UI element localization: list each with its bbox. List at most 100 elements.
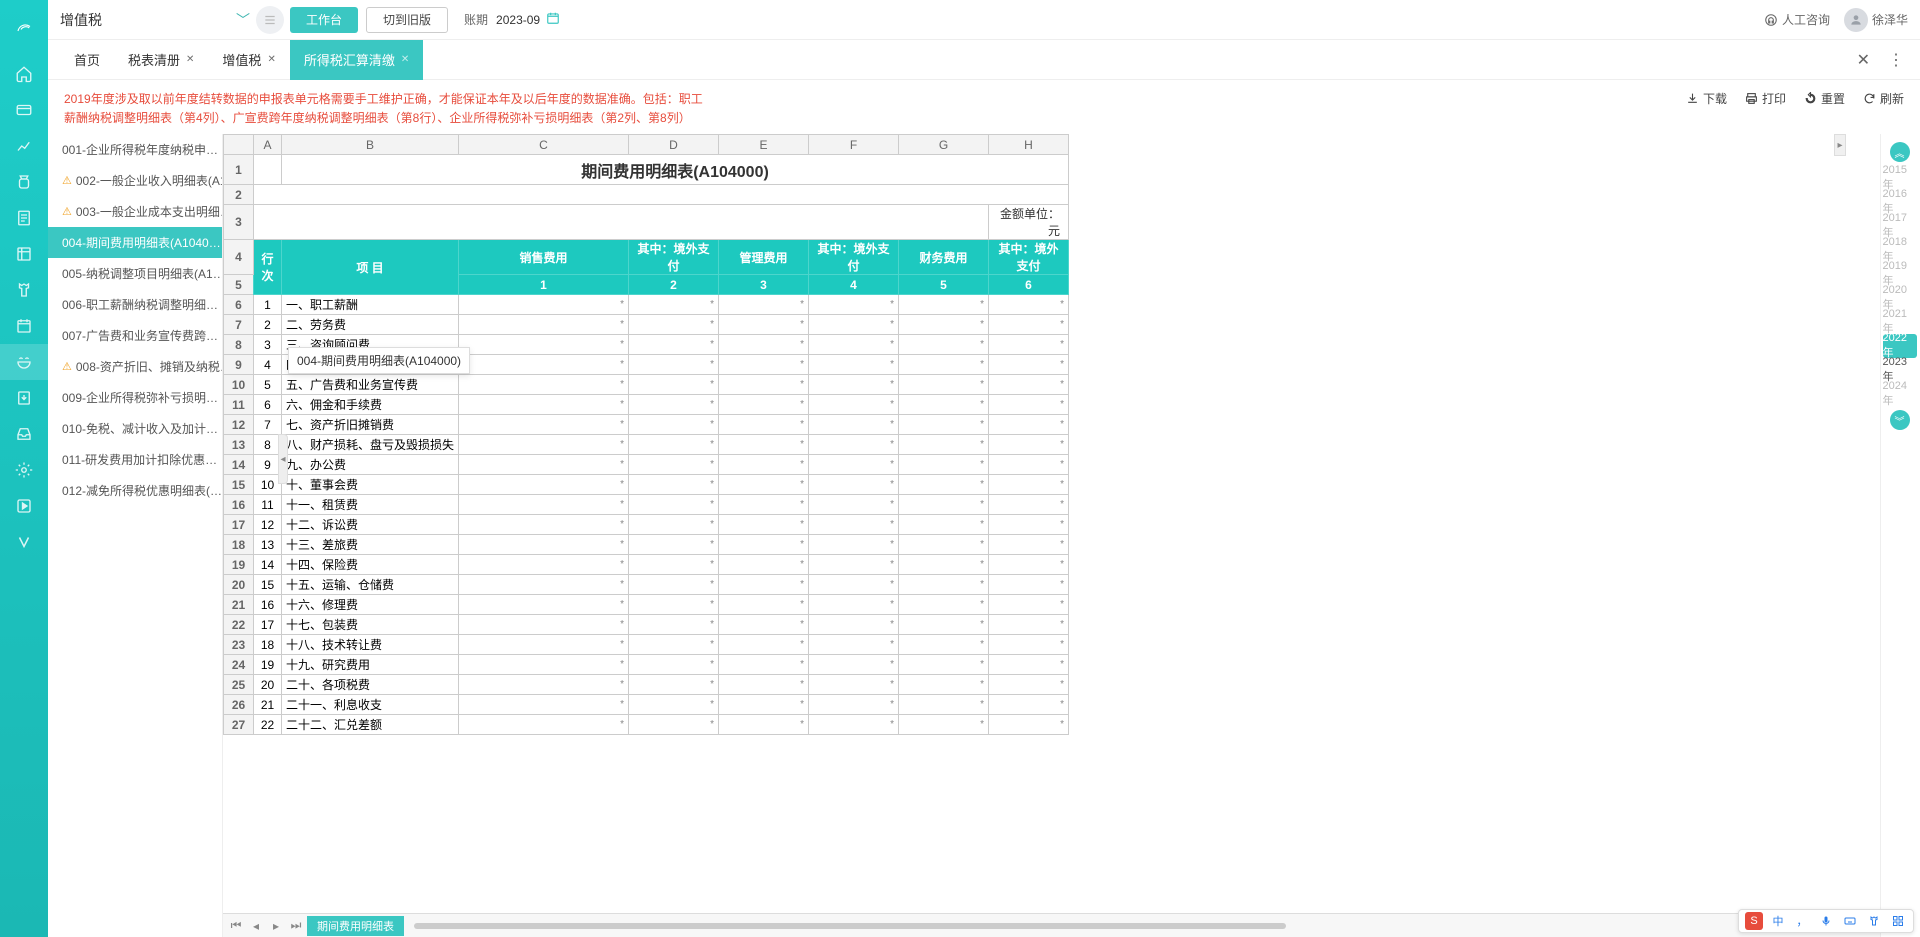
data-cell[interactable]: * [629, 595, 719, 615]
data-cell[interactable]: * [809, 435, 899, 455]
row-header[interactable]: 18 [224, 535, 254, 555]
reset-button[interactable]: 重置 [1804, 90, 1845, 107]
support-button[interactable]: 人工咨询 [1764, 11, 1830, 28]
data-cell[interactable]: * [719, 495, 809, 515]
data-cell[interactable]: * [719, 535, 809, 555]
data-cell[interactable]: * [629, 315, 719, 335]
data-cell[interactable]: * [989, 455, 1069, 475]
data-cell[interactable]: * [459, 635, 629, 655]
data-cell[interactable]: * [459, 695, 629, 715]
doclist-item-1[interactable]: ⚠002-一般企业收入明细表(A1… [48, 165, 222, 196]
data-cell[interactable]: * [809, 415, 899, 435]
row-header[interactable]: 15 [224, 475, 254, 495]
data-cell[interactable]: * [809, 595, 899, 615]
row-header[interactable]: 7 [224, 315, 254, 335]
nav-home-icon[interactable] [0, 56, 48, 92]
row-header[interactable]: 22 [224, 615, 254, 635]
data-cell[interactable]: * [719, 575, 809, 595]
nav-doc-icon[interactable] [0, 200, 48, 236]
data-cell[interactable]: * [459, 455, 629, 475]
data-cell[interactable]: * [719, 415, 809, 435]
calendar-icon[interactable] [546, 11, 560, 28]
data-cell[interactable]: * [459, 395, 629, 415]
data-cell[interactable]: * [809, 675, 899, 695]
data-cell[interactable]: * [629, 475, 719, 495]
data-cell[interactable]: * [719, 315, 809, 335]
data-cell[interactable]: * [719, 695, 809, 715]
data-cell[interactable]: * [809, 375, 899, 395]
data-cell[interactable]: * [899, 335, 989, 355]
data-cell[interactable]: * [899, 415, 989, 435]
row-header[interactable]: 12 [224, 415, 254, 435]
data-cell[interactable]: * [629, 655, 719, 675]
data-cell[interactable]: * [989, 635, 1069, 655]
nav-v-icon[interactable] [0, 524, 48, 560]
row-header[interactable]: 6 [224, 295, 254, 315]
data-cell[interactable]: * [629, 615, 719, 635]
col-header[interactable]: E [719, 135, 809, 155]
data-cell[interactable]: * [899, 495, 989, 515]
doclist-item-8[interactable]: 009-企业所得税弥补亏损明… [48, 382, 222, 413]
data-cell[interactable]: * [809, 555, 899, 575]
data-cell[interactable]: * [629, 335, 719, 355]
year-button[interactable]: 2018年 [1883, 238, 1917, 262]
data-cell[interactable]: * [989, 375, 1069, 395]
year-button[interactable]: 2017年 [1883, 214, 1917, 238]
data-cell[interactable]: * [629, 495, 719, 515]
row-header[interactable]: 10 [224, 375, 254, 395]
year-button[interactable]: 2023年 [1883, 358, 1917, 382]
data-cell[interactable]: * [899, 675, 989, 695]
data-cell[interactable]: * [899, 635, 989, 655]
collapse-doclist-handle[interactable]: ◂ [278, 434, 288, 484]
nav-calendar-icon[interactable] [0, 308, 48, 344]
nav-card-icon[interactable] [0, 92, 48, 128]
row-header[interactable]: 16 [224, 495, 254, 515]
data-cell[interactable]: * [989, 675, 1069, 695]
data-cell[interactable]: * [459, 315, 629, 335]
tab-0[interactable]: 首页 [60, 40, 114, 80]
col-header[interactable]: G [899, 135, 989, 155]
data-cell[interactable]: * [719, 375, 809, 395]
data-cell[interactable]: * [899, 395, 989, 415]
doclist-item-3[interactable]: 004-期间费用明细表(A1040… [48, 227, 222, 258]
print-button[interactable]: 打印 [1745, 90, 1786, 107]
data-cell[interactable]: * [989, 495, 1069, 515]
doclist-item-0[interactable]: 001-企业所得税年度纳税申… [48, 134, 222, 165]
doclist-item-5[interactable]: 006-职工薪酬纳税调整明细… [48, 289, 222, 320]
data-cell[interactable]: * [719, 555, 809, 575]
row-header[interactable]: 8 [224, 335, 254, 355]
data-cell[interactable]: * [809, 295, 899, 315]
close-all-tabs-button[interactable]: ✕ [1853, 50, 1874, 70]
ime-punct-icon[interactable]: ， [1793, 912, 1811, 930]
nav-form-icon[interactable] [0, 236, 48, 272]
data-cell[interactable]: * [629, 535, 719, 555]
data-cell[interactable]: * [459, 415, 629, 435]
data-cell[interactable]: * [719, 635, 809, 655]
close-icon[interactable]: ✕ [401, 54, 409, 65]
data-cell[interactable]: * [899, 515, 989, 535]
row-header[interactable]: 21 [224, 595, 254, 615]
nav-shirt-icon[interactable] [0, 272, 48, 308]
spreadsheet[interactable]: ABCDEFGH1期间费用明细表(A104000)23金额单位：元4行次项 目销… [223, 134, 1069, 735]
sheet-nav-prev-icon[interactable]: ◂ [247, 919, 265, 933]
data-cell[interactable]: * [719, 715, 809, 735]
close-icon[interactable]: ✕ [186, 54, 194, 65]
data-cell[interactable]: * [719, 655, 809, 675]
data-cell[interactable]: * [809, 515, 899, 535]
row-header[interactable]: 25 [224, 675, 254, 695]
data-cell[interactable]: * [809, 615, 899, 635]
data-cell[interactable]: * [809, 495, 899, 515]
col-header[interactable]: H [989, 135, 1069, 155]
year-button[interactable]: 2021年 [1883, 310, 1917, 334]
year-button[interactable]: 2016年 [1883, 190, 1917, 214]
year-button[interactable]: 2019年 [1883, 262, 1917, 286]
row-header[interactable]: 3 [224, 205, 254, 240]
data-cell[interactable]: * [899, 535, 989, 555]
data-cell[interactable]: * [629, 515, 719, 535]
data-cell[interactable]: * [899, 295, 989, 315]
row-header[interactable]: 24 [224, 655, 254, 675]
row-header[interactable]: 27 [224, 715, 254, 735]
data-cell[interactable]: * [459, 495, 629, 515]
data-cell[interactable]: * [459, 715, 629, 735]
row-header[interactable]: 4 [224, 240, 254, 275]
